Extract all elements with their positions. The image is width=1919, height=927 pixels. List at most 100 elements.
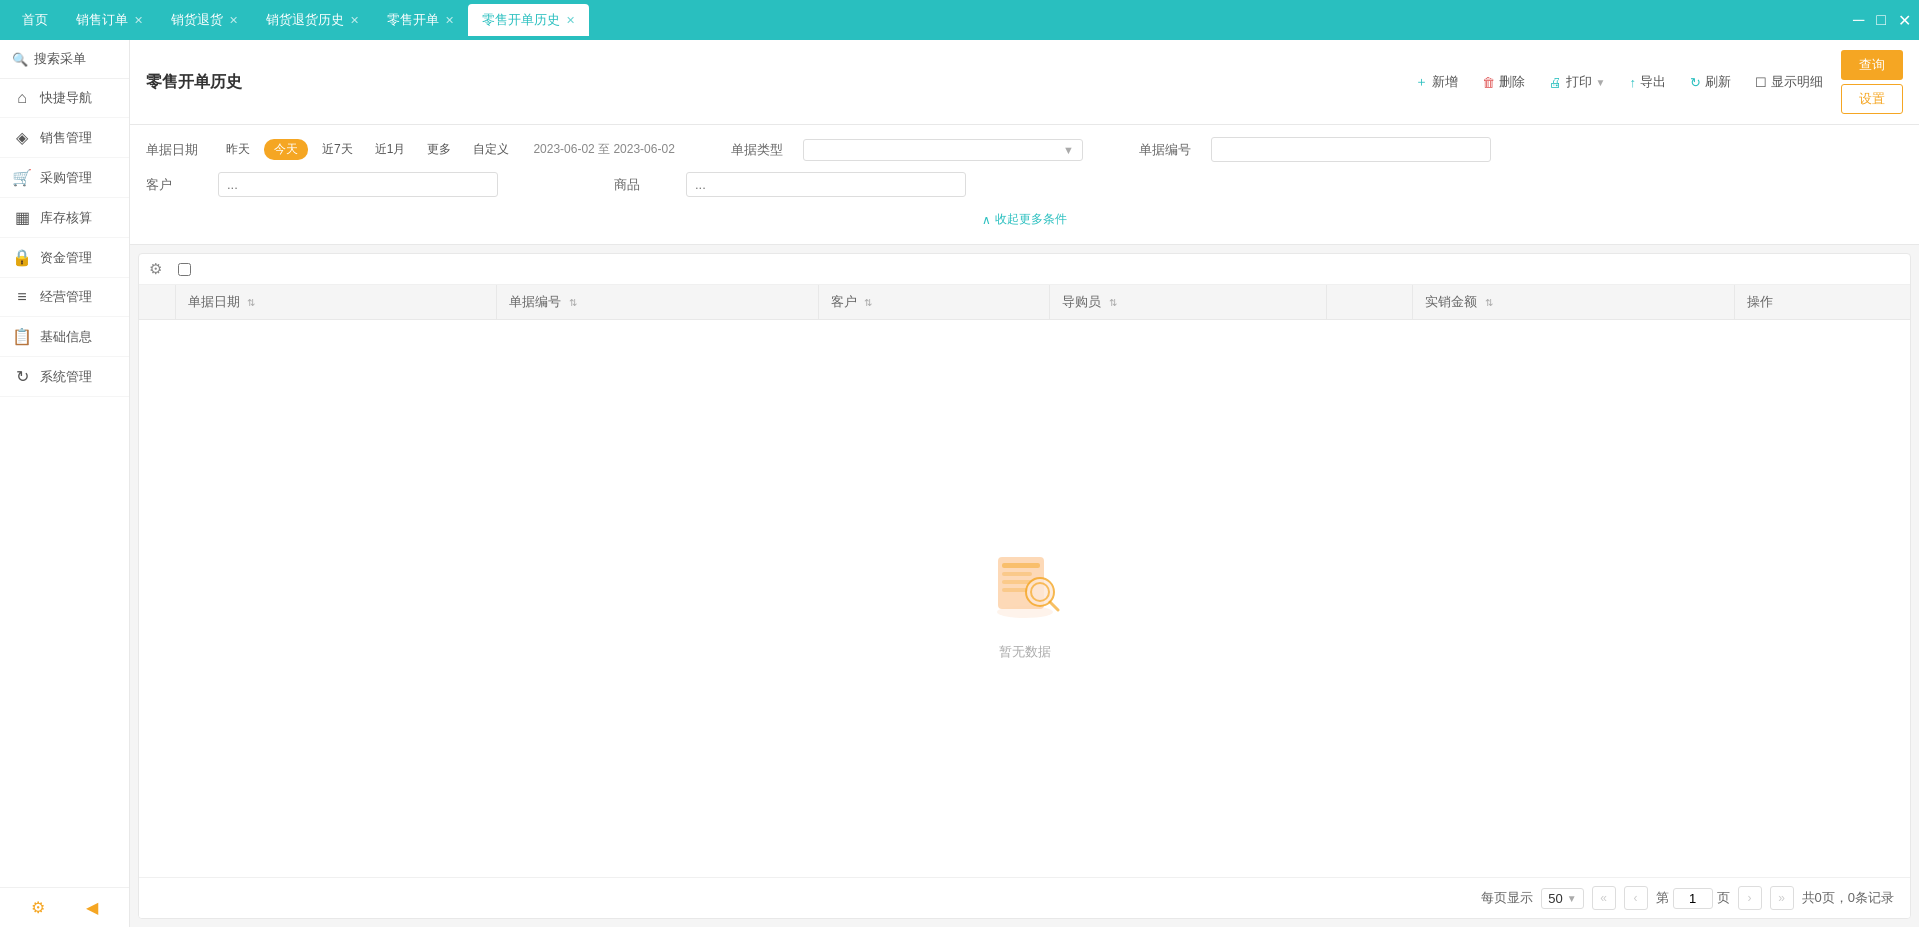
goods-input[interactable] (686, 172, 966, 197)
doc-no-input[interactable] (1211, 137, 1491, 162)
per-page-select[interactable]: 50 ▼ (1541, 888, 1583, 909)
print-dropdown-icon: ▼ (1596, 77, 1606, 88)
sidebar-item-label: 采购管理 (40, 169, 92, 187)
query-button[interactable]: 查询 (1841, 50, 1903, 80)
sidebar-footer: ⚙ ◀ (0, 887, 129, 927)
tab-close-sales-order[interactable]: ✕ (134, 14, 143, 27)
date-opt-yesterday[interactable]: 昨天 (218, 139, 258, 160)
export-button[interactable]: ↑ 导出 (1624, 69, 1673, 95)
page-input-group: 第 页 (1656, 888, 1730, 909)
sidebar-settings-icon[interactable]: ⚙ (31, 898, 45, 917)
doc-no-field[interactable] (1220, 142, 1482, 157)
sort-amount-icon: ⇅ (1485, 297, 1493, 308)
delete-button[interactable]: 🗑 删除 (1476, 69, 1531, 95)
tab-retail-open-history[interactable]: 零售开单历史 ✕ (468, 4, 589, 36)
sidebar-item-basic-info[interactable]: 📋 基础信息 (0, 317, 129, 357)
content-area: 零售开单历史 ＋ 新增 🗑 删除 🖨 打印 ▼ ↑ 导出 (130, 40, 1919, 927)
last-page-btn[interactable]: » (1770, 886, 1794, 910)
sidebar-item-quick-nav[interactable]: ⌂ 快捷导航 (0, 79, 129, 118)
svg-rect-2 (1002, 563, 1040, 568)
add-button[interactable]: ＋ 新增 (1409, 69, 1464, 95)
display-detail-checkbox[interactable]: ☐ 显示明细 (1749, 69, 1829, 95)
refresh-icon: ↻ (1690, 75, 1701, 90)
svg-line-8 (1050, 602, 1058, 610)
date-label: 单据日期 (146, 141, 202, 159)
tab-close-sales-return-history[interactable]: ✕ (350, 14, 359, 27)
col-amount[interactable]: 实销金额 ⇅ (1413, 285, 1735, 320)
minimize-btn[interactable]: ─ (1853, 11, 1864, 30)
settings-button[interactable]: 设置 (1841, 84, 1903, 114)
quick-nav-icon: ⌂ (12, 89, 32, 107)
total-info: 共0页，0条记录 (1802, 889, 1894, 907)
date-opt-last7[interactable]: 近7天 (314, 139, 361, 160)
collapse-btn[interactable]: ∧ 收起更多条件 (146, 207, 1903, 232)
sidebar-search[interactable]: 🔍 搜索采单 (0, 40, 129, 79)
sidebar-item-finance[interactable]: 🔒 资金管理 (0, 238, 129, 278)
sidebar-item-label: 系统管理 (40, 368, 92, 386)
doc-type-select[interactable]: ▼ (803, 139, 1083, 161)
goods-field[interactable] (695, 177, 957, 192)
page-number-input[interactable] (1673, 888, 1713, 909)
top-tabbar: 首页 销售订单 ✕ 销货退货 ✕ 销货退货历史 ✕ 零售开单 ✕ 零售开单历史 … (0, 0, 1919, 40)
col-no[interactable]: 单据编号 ⇅ (497, 285, 819, 320)
sidebar-item-label: 销售管理 (40, 129, 92, 147)
col-spacer (1326, 285, 1413, 320)
date-opt-today[interactable]: 今天 (264, 139, 308, 160)
tab-home[interactable]: 首页 (8, 4, 62, 36)
date-options: 昨天 今天 近7天 近1月 更多 自定义 (218, 139, 517, 160)
checkbox-icon: ☐ (1755, 75, 1767, 90)
col-date[interactable]: 单据日期 ⇅ (175, 285, 497, 320)
tab-close-sales-return[interactable]: ✕ (229, 14, 238, 27)
refresh-button[interactable]: ↻ 刷新 (1684, 69, 1737, 95)
data-table: 单据日期 ⇅ 单据编号 ⇅ 客户 ⇅ 导购员 ⇅ (139, 285, 1910, 320)
add-icon: ＋ (1415, 73, 1428, 91)
col-customer[interactable]: 客户 ⇅ (818, 285, 1049, 320)
customer-input[interactable] (218, 172, 498, 197)
sidebar-item-label: 资金管理 (40, 249, 92, 267)
tab-sales-order[interactable]: 销售订单 ✕ (62, 4, 157, 36)
svg-rect-3 (1002, 572, 1032, 576)
prev-page-btn[interactable]: ‹ (1624, 886, 1648, 910)
tab-close-retail-open-history[interactable]: ✕ (566, 14, 575, 27)
table-settings-icon[interactable]: ⚙ (149, 260, 162, 278)
sidebar-item-purchase-mgmt[interactable]: 🛒 采购管理 (0, 158, 129, 198)
date-range: 2023-06-02 至 2023-06-02 (533, 141, 674, 158)
search-label: 搜索采单 (34, 50, 86, 68)
tab-sales-return-history[interactable]: 销货退货历史 ✕ (252, 4, 373, 36)
select-all-checkbox[interactable] (178, 263, 191, 276)
first-page-btn[interactable]: « (1592, 886, 1616, 910)
customer-label: 客户 (146, 176, 202, 194)
print-button[interactable]: 🖨 打印 ▼ (1543, 69, 1612, 95)
sidebar-item-inventory[interactable]: ▦ 库存核算 (0, 198, 129, 238)
empty-state: 暂无数据 (139, 320, 1910, 877)
goods-label: 商品 (614, 176, 670, 194)
tab-retail-open[interactable]: 零售开单 ✕ (373, 4, 468, 36)
delete-icon: 🗑 (1482, 75, 1495, 90)
date-opt-more[interactable]: 更多 (419, 139, 459, 160)
sidebar-item-operations[interactable]: ≡ 经营管理 (0, 278, 129, 317)
date-opt-custom[interactable]: 自定义 (465, 139, 517, 160)
sidebar-collapse-icon[interactable]: ◀ (86, 898, 98, 917)
table-toolbar: ⚙ (139, 254, 1910, 285)
sidebar-item-sales-mgmt[interactable]: ◈ 销售管理 (0, 118, 129, 158)
sidebar-item-label: 快捷导航 (40, 89, 92, 107)
tab-close-retail-open[interactable]: ✕ (445, 14, 454, 27)
sidebar-item-sys-mgmt[interactable]: ↻ 系统管理 (0, 357, 129, 397)
page-header: 零售开单历史 ＋ 新增 🗑 删除 🖨 打印 ▼ ↑ 导出 (130, 40, 1919, 125)
col-guide[interactable]: 导购员 ⇅ (1050, 285, 1327, 320)
header-actions: ＋ 新增 🗑 删除 🖨 打印 ▼ ↑ 导出 ↻ 刷新 (1409, 50, 1903, 114)
doc-type-label: 单据类型 (731, 141, 787, 159)
maximize-btn[interactable]: □ (1876, 11, 1886, 30)
tab-sales-return[interactable]: 销货退货 ✕ (157, 4, 252, 36)
per-page-value: 50 (1548, 891, 1562, 906)
close-btn[interactable]: ✕ (1898, 11, 1911, 30)
customer-field[interactable] (227, 177, 489, 192)
table-header-row: 单据日期 ⇅ 单据编号 ⇅ 客户 ⇅ 导购员 ⇅ (139, 285, 1910, 320)
sort-date-icon: ⇅ (247, 297, 255, 308)
sort-no-icon: ⇅ (569, 297, 577, 308)
next-page-btn[interactable]: › (1738, 886, 1762, 910)
inventory-icon: ▦ (12, 208, 32, 227)
purchase-mgmt-icon: 🛒 (12, 168, 32, 187)
date-opt-last1m[interactable]: 近1月 (367, 139, 414, 160)
sidebar-item-label: 基础信息 (40, 328, 92, 346)
